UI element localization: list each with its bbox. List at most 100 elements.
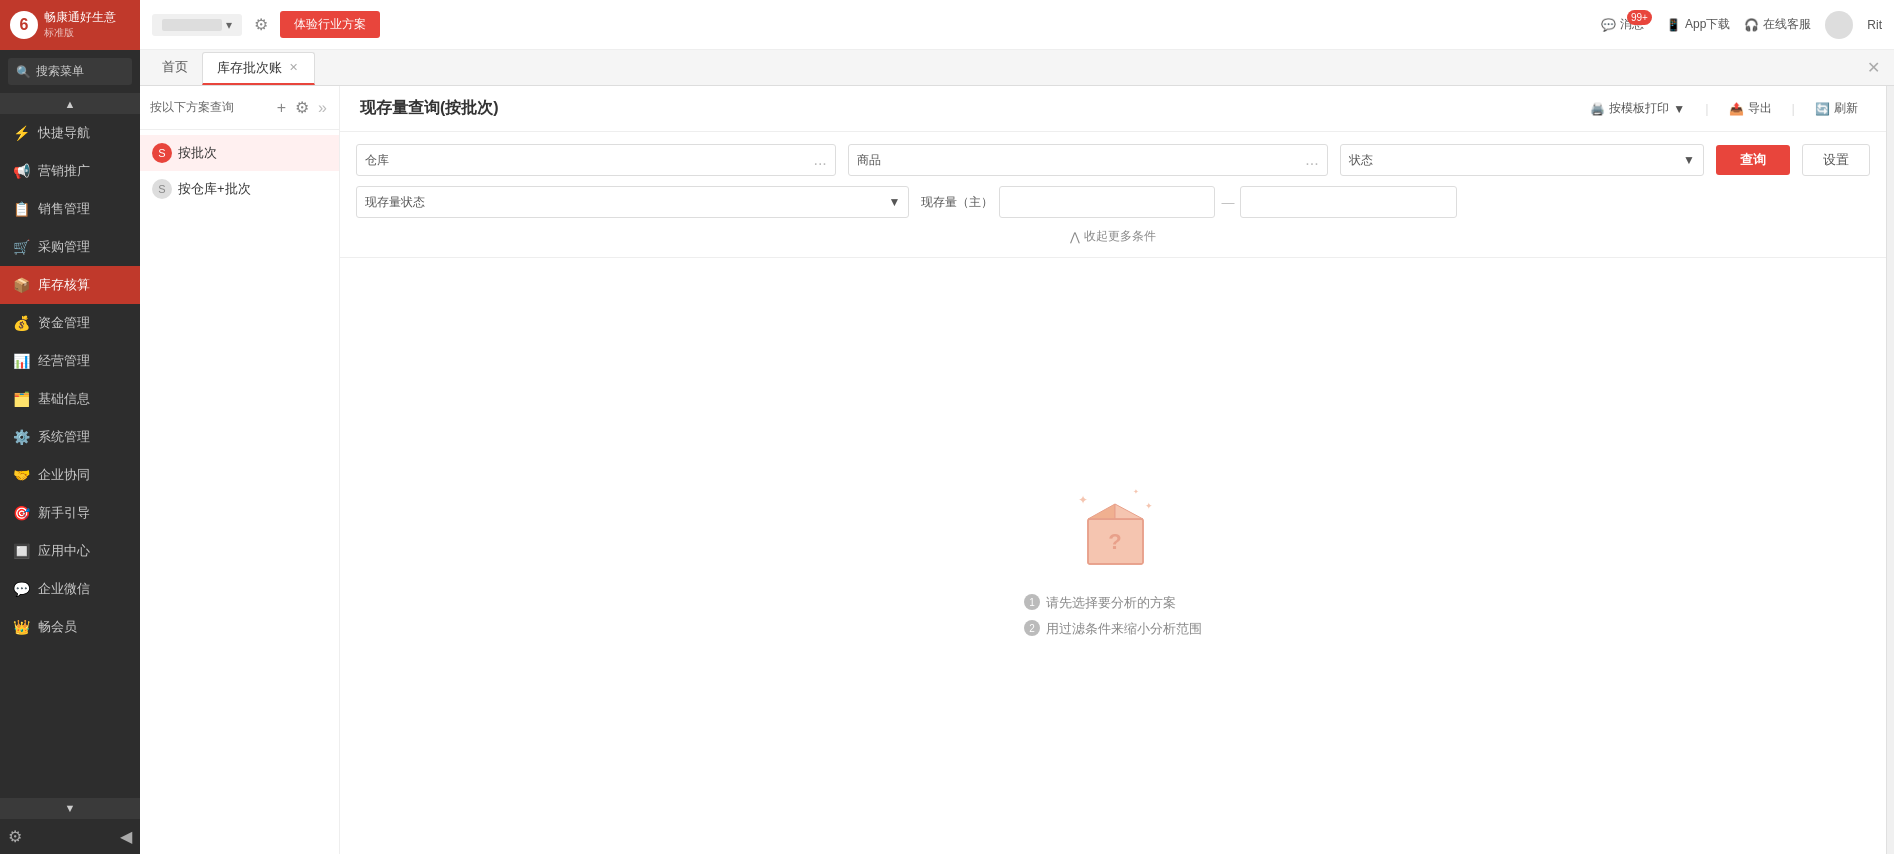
- empty-tips: 1 请先选择要分析的方案 2 用过滤条件来缩小分析范围: [1024, 594, 1202, 638]
- purchase-icon: 🛒: [12, 238, 30, 256]
- scheme-list: S 按批次 S 按仓库+批次: [140, 130, 339, 854]
- sidebar-item-guide[interactable]: 🎯 新手引导: [0, 494, 140, 532]
- warehouse-input[interactable]: [395, 153, 807, 167]
- message-icon: 💬: [1601, 18, 1616, 32]
- operations-icon: 📊: [12, 352, 30, 370]
- sidebar-item-marketing[interactable]: 📢 营销推广: [0, 152, 140, 190]
- sidebar-item-quick-nav[interactable]: ⚡ 快捷导航: [0, 114, 140, 152]
- search-icon: 🔍: [16, 65, 31, 79]
- stock-status-filter[interactable]: 现存量状态 ▼: [356, 186, 909, 218]
- stock-quantity-label: 现存量（主）: [921, 194, 993, 211]
- marketing-icon: 📢: [12, 162, 30, 180]
- sidebar-item-inventory[interactable]: 📦 库存核算: [0, 266, 140, 304]
- sidebar-item-enterprise[interactable]: 🤝 企业协同: [0, 456, 140, 494]
- scheme-warehouse-batch-icon: S: [152, 179, 172, 199]
- product-label: 商品: [857, 152, 881, 169]
- sidebar-scroll-down-button[interactable]: ▼: [0, 798, 140, 818]
- divider-1: |: [1705, 101, 1708, 116]
- page-header-actions: 🖨️ 按模板打印 ▼ | 📤 导出 | 🔄 刷新: [1582, 96, 1866, 121]
- add-scheme-button[interactable]: +: [275, 97, 288, 119]
- content-area: 按以下方案查询 + ⚙ » S 按批次 S 按: [140, 86, 1894, 854]
- sidebar-item-sales[interactable]: 📋 销售管理: [0, 190, 140, 228]
- username-label[interactable]: Rit: [1867, 18, 1882, 32]
- page-header: 现存量查询(按批次) 🖨️ 按模板打印 ▼ | 📤 导出 | 🔄: [340, 86, 1886, 132]
- breadcrumb-chevron-icon: ▾: [226, 18, 232, 32]
- user-avatar[interactable]: [1825, 11, 1853, 39]
- filter-settings-button[interactable]: 设置: [1802, 144, 1870, 176]
- system-icon: ⚙️: [12, 428, 30, 446]
- trial-button[interactable]: 体验行业方案: [280, 11, 380, 38]
- tip-2-text: 用过滤条件来缩小分析范围: [1046, 620, 1202, 638]
- warehouse-filter[interactable]: 仓库 ...: [356, 144, 836, 176]
- export-icon: 📤: [1729, 102, 1744, 116]
- company-name: 畅康通好生意: [44, 10, 116, 26]
- status-label: 状态: [1349, 152, 1373, 169]
- tab-batch-account-label: 库存批次账: [217, 59, 282, 77]
- tip-1-text: 请先选择要分析的方案: [1046, 594, 1176, 612]
- filter-collapse-row: ⋀ 收起更多条件: [356, 228, 1870, 245]
- scheme-item-by-warehouse-batch[interactable]: S 按仓库+批次: [140, 171, 339, 207]
- headset-icon: 🎧: [1744, 18, 1759, 32]
- topbar: ▾ ⚙ 体验行业方案 💬 消息 99+ 📱 App下载 🎧 在线客服 Rit: [140, 0, 1894, 50]
- sidebar-footer: ⚙ ◀: [0, 818, 140, 854]
- sidebar-item-system[interactable]: ⚙️ 系统管理: [0, 418, 140, 456]
- right-scrollbar[interactable]: [1886, 86, 1894, 854]
- close-all-tabs-button[interactable]: ✕: [1861, 56, 1886, 79]
- scheme-item-by-batch[interactable]: S 按批次: [140, 135, 339, 171]
- product-dots[interactable]: ...: [1305, 151, 1318, 169]
- status-filter[interactable]: 状态 ▼: [1340, 144, 1704, 176]
- svg-text:✦: ✦: [1145, 501, 1153, 511]
- messages-button[interactable]: 💬 消息 99+: [1601, 16, 1644, 33]
- tab-extra-actions: ✕: [1861, 56, 1886, 79]
- sidebar-item-finance[interactable]: 💰 资金管理: [0, 304, 140, 342]
- print-button[interactable]: 🖨️ 按模板打印 ▼: [1582, 96, 1693, 121]
- sidebar-collapse-button[interactable]: ◀: [120, 827, 132, 846]
- sidebar-item-basic[interactable]: 🗂️ 基础信息: [0, 380, 140, 418]
- product-filter[interactable]: 商品 ...: [848, 144, 1328, 176]
- tab-batch-close-icon[interactable]: ✕: [287, 60, 300, 75]
- svg-text:✦: ✦: [1133, 488, 1139, 495]
- tip-1-number: 1: [1024, 594, 1040, 610]
- tab-home[interactable]: 首页: [148, 52, 202, 84]
- sidebar-settings-button[interactable]: ⚙: [8, 827, 22, 846]
- refresh-button[interactable]: 🔄 刷新: [1807, 96, 1866, 121]
- stock-status-label: 现存量状态: [365, 194, 425, 211]
- empty-tip-2: 2 用过滤条件来缩小分析范围: [1024, 620, 1202, 638]
- warehouse-dots[interactable]: ...: [813, 151, 826, 169]
- query-button[interactable]: 查询: [1716, 145, 1790, 175]
- stock-quantity-max-input[interactable]: [1240, 186, 1456, 218]
- scheme-batch-icon: S: [152, 143, 172, 163]
- apps-icon: 🔲: [12, 542, 30, 560]
- customer-service-button[interactable]: 🎧 在线客服: [1744, 16, 1811, 33]
- search-menu-button[interactable]: 🔍 搜索菜单: [8, 58, 132, 85]
- sidebar-item-purchase[interactable]: 🛒 采购管理: [0, 228, 140, 266]
- stock-quantity-min-input[interactable]: [999, 186, 1215, 218]
- tabs-bar: 首页 库存批次账 ✕ ✕: [140, 50, 1894, 86]
- app-download-button[interactable]: 📱 App下载: [1666, 16, 1730, 33]
- tip-2-number: 2: [1024, 620, 1040, 636]
- warehouse-label: 仓库: [365, 152, 389, 169]
- sidebar-item-wechat[interactable]: 💬 企业微信: [0, 570, 140, 608]
- collapse-icon: ⋀: [1070, 230, 1080, 244]
- page-title: 现存量查询(按批次): [360, 98, 499, 119]
- topbar-left: ▾ ⚙ 体验行业方案: [152, 11, 1591, 38]
- scheme-settings-button[interactable]: ⚙: [293, 96, 311, 119]
- inventory-icon: 📦: [12, 276, 30, 294]
- sidebar: 6 畅康通好生意 标准版 🔍 搜索菜单 ▲ ⚡ 快捷导航 📢 营销推广 📋 销售…: [0, 0, 140, 854]
- range-dash: —: [1221, 195, 1234, 210]
- phone-icon: 📱: [1666, 18, 1681, 32]
- scheme-panel-collapse-button[interactable]: »: [316, 97, 329, 119]
- sidebar-item-apps[interactable]: 🔲 应用中心: [0, 532, 140, 570]
- collapse-filter-button[interactable]: ⋀ 收起更多条件: [1070, 228, 1156, 245]
- topbar-settings-button[interactable]: ⚙: [250, 11, 272, 38]
- breadcrumb[interactable]: ▾: [152, 14, 242, 36]
- svg-text:?: ?: [1108, 529, 1121, 554]
- sidebar-item-member[interactable]: 👑 畅会员: [0, 608, 140, 646]
- export-button[interactable]: 📤 导出: [1721, 96, 1780, 121]
- sidebar-item-operations[interactable]: 📊 经营管理: [0, 342, 140, 380]
- sidebar-scroll-up-button[interactable]: ▲: [0, 94, 140, 114]
- product-input[interactable]: [887, 153, 1299, 167]
- app-version: 标准版: [44, 26, 116, 40]
- tab-batch-account[interactable]: 库存批次账 ✕: [202, 52, 315, 85]
- sidebar-search-area: 🔍 搜索菜单: [0, 50, 140, 94]
